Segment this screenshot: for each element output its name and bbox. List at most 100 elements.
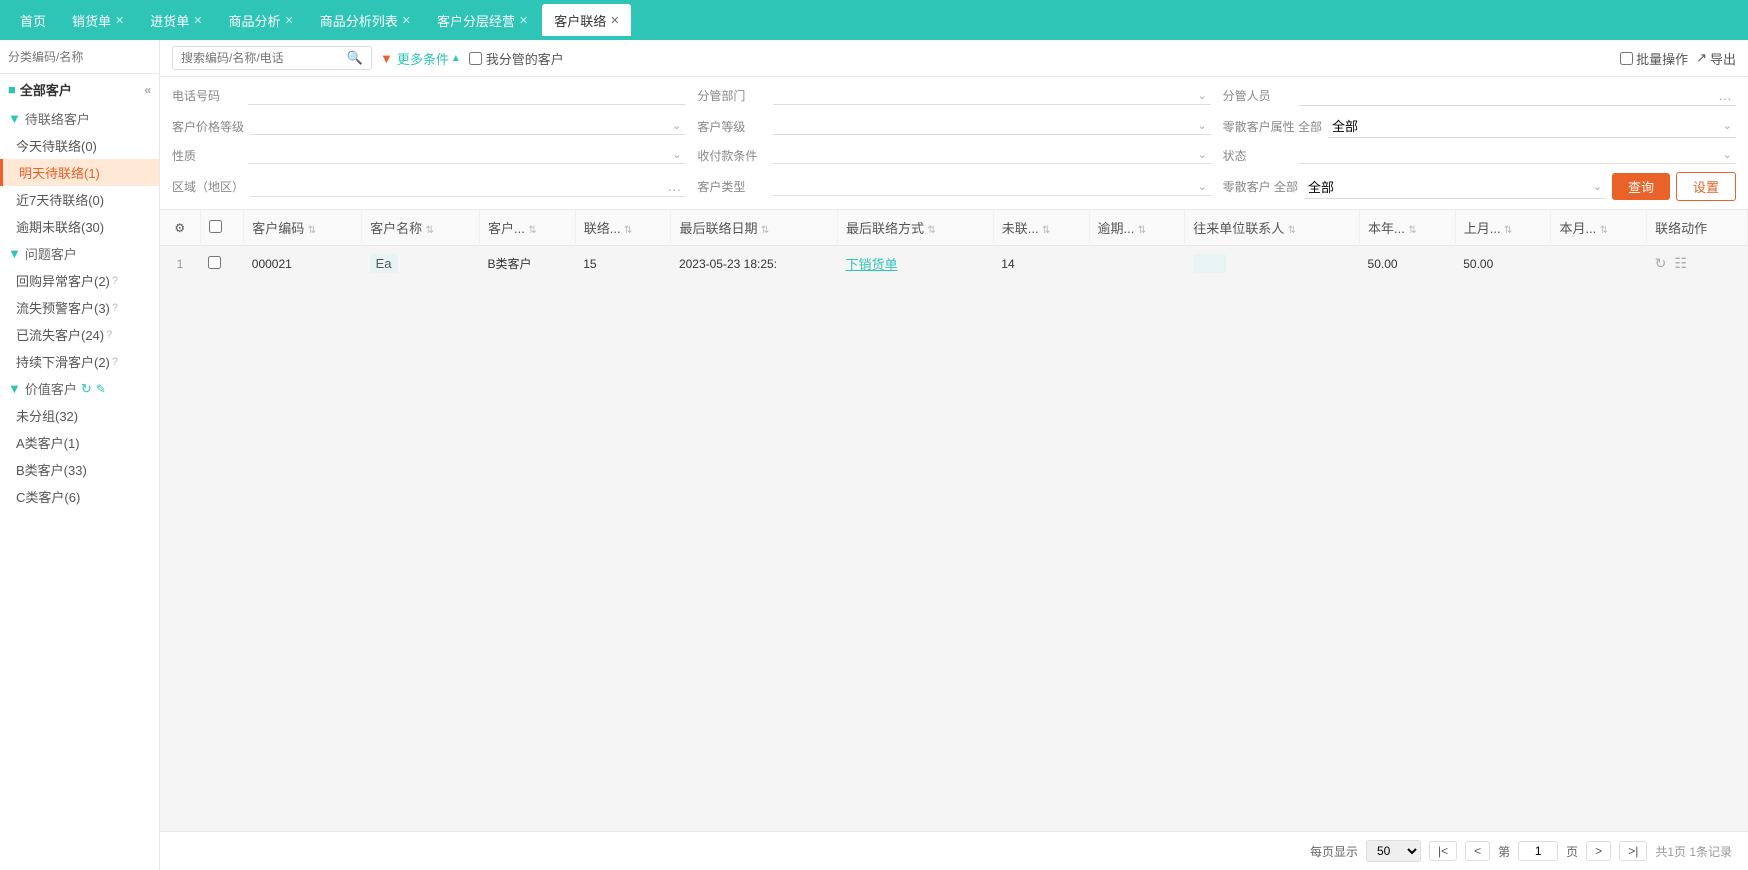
filter-select-retail-attr[interactable]: 全部 ⌄ bbox=[1328, 114, 1736, 138]
sort-icon[interactable]: ⇅ bbox=[1408, 225, 1416, 236]
close-icon[interactable]: ✕ bbox=[285, 14, 294, 27]
close-icon[interactable]: ✕ bbox=[193, 14, 202, 27]
my-customers-filter: 我分管的客户 bbox=[469, 49, 564, 68]
search-icon[interactable]: 🔍 bbox=[347, 50, 363, 66]
filter-row-retail-customer: 零散客户 全部 全部 ⌄ 查询 设置 bbox=[1223, 172, 1736, 201]
select-all-checkbox[interactable] bbox=[209, 220, 222, 233]
sort-icon[interactable]: ⇅ bbox=[1042, 225, 1050, 236]
filter-select-person[interactable]: … bbox=[1299, 85, 1736, 106]
filter-select-nature[interactable]: ⌄ bbox=[248, 146, 685, 164]
nav-item-2[interactable]: 商品分析 ✕ bbox=[216, 4, 305, 36]
main-layout: 🔍 ■ 全部客户 « ▼ 待联络客户 今天待联络(0) 明天待联络(1) 近7天… bbox=[0, 40, 1748, 870]
sort-icon[interactable]: ⇅ bbox=[1288, 225, 1296, 236]
close-icon[interactable]: ✕ bbox=[115, 14, 124, 27]
search-input[interactable] bbox=[181, 51, 343, 65]
sort-icon[interactable]: ⇅ bbox=[308, 225, 316, 236]
nav-item-0[interactable]: 销货单 ✕ bbox=[60, 4, 136, 36]
more-conditions-btn[interactable]: ▼ 更多条件 ▲ bbox=[380, 49, 461, 68]
batch-op-btn[interactable]: 批量操作 bbox=[1620, 49, 1688, 68]
col-last-month: 上月... ⇅ bbox=[1455, 210, 1551, 246]
col-customer-code: 客户编码 ⇅ bbox=[244, 210, 362, 246]
nav-item-5[interactable]: 客户联络 ✕ bbox=[542, 4, 631, 36]
filter-select-region[interactable]: … bbox=[250, 176, 685, 197]
nav-item-4[interactable]: 客户分层经营 ✕ bbox=[425, 4, 540, 36]
sort-icon[interactable]: ⇅ bbox=[1600, 225, 1608, 236]
chevron-down-icon: ⌄ bbox=[1197, 180, 1206, 193]
query-button[interactable]: 查询 bbox=[1612, 173, 1670, 200]
setting-button[interactable]: 设置 bbox=[1676, 172, 1736, 201]
next-page-btn[interactable]: > bbox=[1586, 841, 1611, 861]
sidebar-item-7days[interactable]: 近7天待联络(0) bbox=[0, 186, 159, 213]
sidebar-item-lostwarning[interactable]: 流失预警客户(3) ? bbox=[0, 294, 159, 321]
sidebar-item-declining[interactable]: 持续下滑客户(2) ? bbox=[0, 348, 159, 375]
col-unit-contacts: 往来单位联系人 ⇅ bbox=[1185, 210, 1360, 246]
sidebar-item-aclass[interactable]: A类客户(1) bbox=[0, 429, 159, 456]
row-checkbox[interactable] bbox=[208, 256, 221, 269]
filter-label-status: 状态 bbox=[1223, 147, 1293, 164]
filter-select-payment[interactable]: ⌄ bbox=[773, 146, 1210, 164]
export-icon: ↗ bbox=[1696, 50, 1707, 66]
filter-label-phone: 电话号码 bbox=[172, 87, 242, 104]
chevron-down-icon: ⌄ bbox=[1197, 119, 1206, 132]
contact-method-link[interactable]: 下销货单 bbox=[845, 257, 897, 272]
sort-icon[interactable]: ⇅ bbox=[1504, 225, 1512, 236]
filter-select-dept[interactable]: ⌄ bbox=[773, 87, 1210, 105]
filter-select-price-level[interactable]: ⌄ bbox=[250, 117, 685, 135]
col-settings[interactable]: ⚙ bbox=[160, 210, 200, 246]
last-page-btn[interactable]: >| bbox=[1619, 841, 1647, 861]
batch-op-checkbox[interactable] bbox=[1620, 52, 1633, 65]
filter-label-payment: 收付款条件 bbox=[697, 147, 767, 164]
sidebar-item-bclass[interactable]: B类客户(33) bbox=[0, 456, 159, 483]
nav-item-3[interactable]: 商品分析列表 ✕ bbox=[308, 4, 423, 36]
chevron-down-icon: ⌄ bbox=[1723, 119, 1732, 132]
sort-icon[interactable]: ⇅ bbox=[528, 225, 536, 236]
sidebar-item-tomorrow[interactable]: 明天待联络(1) bbox=[0, 159, 159, 186]
sort-icon[interactable]: ⇅ bbox=[1138, 225, 1146, 236]
filter-row-price-level: 客户价格等级 ⌄ bbox=[172, 114, 685, 138]
edit-icon[interactable]: ✎ bbox=[96, 382, 106, 396]
sidebar-search-input[interactable] bbox=[8, 50, 160, 64]
refresh-icon[interactable]: ↻ bbox=[81, 381, 92, 397]
refresh-action-icon[interactable]: ↻ bbox=[1655, 255, 1667, 272]
first-page-btn[interactable]: |< bbox=[1429, 841, 1457, 861]
cell-last-contact-method[interactable]: 下销货单 bbox=[837, 246, 993, 282]
close-icon[interactable]: ✕ bbox=[402, 14, 411, 27]
filter-actions: 批量操作 ↗ 导出 bbox=[1620, 49, 1736, 68]
close-icon[interactable]: ✕ bbox=[610, 14, 619, 27]
filter-select-status[interactable]: ⌄ bbox=[1299, 146, 1736, 164]
per-page-select[interactable]: 50 100 200 bbox=[1366, 840, 1421, 862]
sort-icon[interactable]: ⇅ bbox=[624, 225, 632, 236]
sidebar-item-today[interactable]: 今天待联络(0) bbox=[0, 132, 159, 159]
nav-item-1[interactable]: 进货单 ✕ bbox=[138, 4, 214, 36]
filter-select-customer-level[interactable]: ⌄ bbox=[773, 117, 1210, 135]
my-customers-checkbox[interactable] bbox=[469, 52, 482, 65]
filter-row-retail-attr: 零散客户属性 全部 全部 ⌄ bbox=[1223, 114, 1736, 138]
sort-icon[interactable]: ⇅ bbox=[761, 225, 769, 236]
filter-label-nature: 性质 bbox=[172, 147, 242, 164]
sidebar-all-customers[interactable]: ■ 全部客户 « bbox=[0, 74, 159, 105]
filter-select-customer-type[interactable]: ⌄ bbox=[773, 178, 1210, 196]
col-checkbox bbox=[200, 210, 244, 246]
collapse-icon[interactable]: « bbox=[144, 83, 151, 97]
dots-icon: … bbox=[1718, 87, 1732, 103]
sidebar-item-ungrouped[interactable]: 未分组(32) bbox=[0, 402, 159, 429]
sidebar-item-overdue[interactable]: 逾期未联络(30) bbox=[0, 213, 159, 240]
filter-select-retail-customer[interactable]: 全部 ⌄ bbox=[1304, 175, 1606, 199]
close-icon[interactable]: ✕ bbox=[519, 14, 528, 27]
nav-home[interactable]: 首页 bbox=[8, 7, 58, 34]
sort-icon[interactable]: ⇅ bbox=[426, 225, 434, 236]
sidebar-item-lost[interactable]: 已流失客户(24) ? bbox=[0, 321, 159, 348]
sidebar-item-cclass[interactable]: C类客户(6) bbox=[0, 483, 159, 510]
export-btn[interactable]: ↗ 导出 bbox=[1696, 49, 1736, 68]
prev-page-btn[interactable]: < bbox=[1465, 841, 1490, 861]
cell-checkbox[interactable] bbox=[200, 246, 244, 282]
sort-icon[interactable]: ⇅ bbox=[927, 225, 935, 236]
grid-action-icon[interactable]: ☷ bbox=[1674, 255, 1687, 272]
filter-input-phone[interactable] bbox=[248, 86, 685, 105]
col-last-contact-method: 最后联络方式 ⇅ bbox=[837, 210, 993, 246]
sidebar-item-abnormal[interactable]: 回购异常客户(2) ? bbox=[0, 267, 159, 294]
cell-customer-type: B类客户 bbox=[480, 246, 576, 282]
page-input[interactable] bbox=[1518, 841, 1558, 861]
total-records: 共1页 1条记录 bbox=[1655, 843, 1732, 860]
filter-row-customer-type: 客户类型 ⌄ bbox=[697, 172, 1210, 201]
